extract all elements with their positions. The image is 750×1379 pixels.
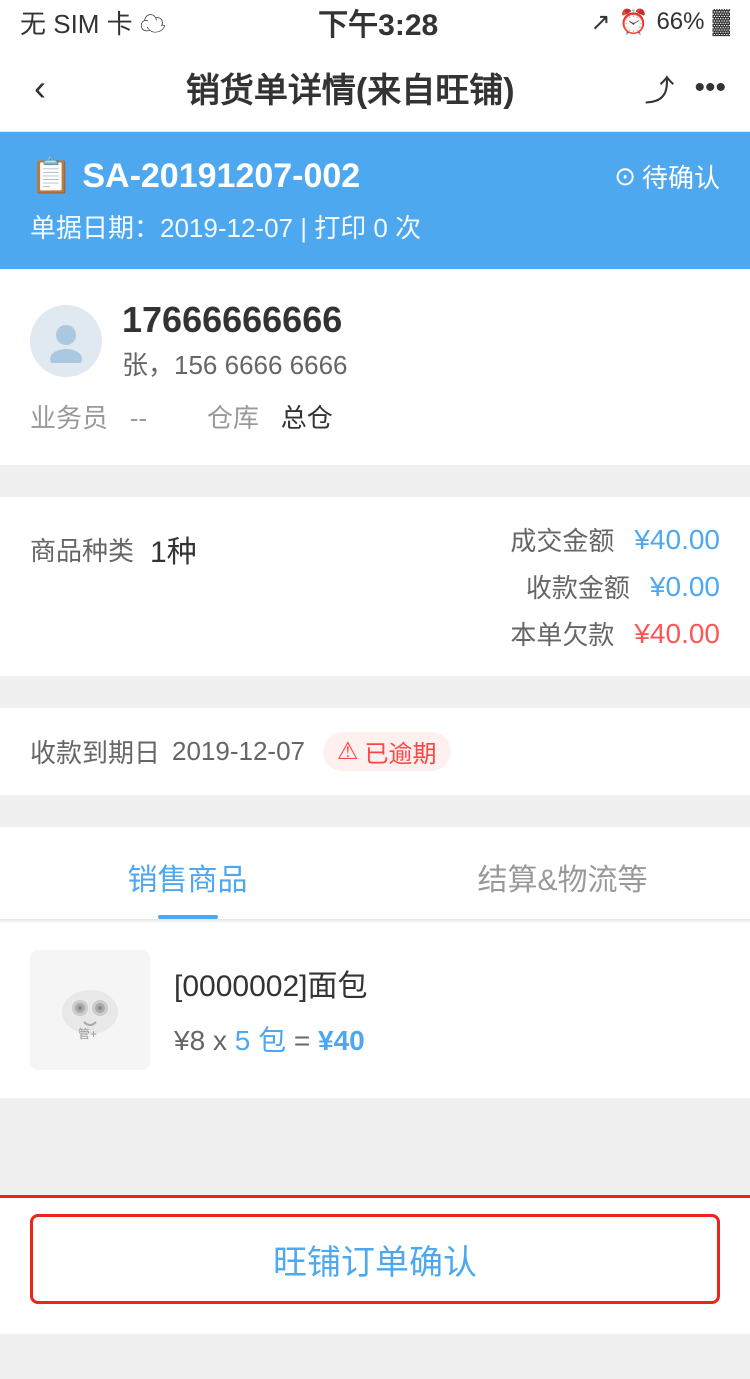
separator-2 <box>0 692 750 708</box>
nav-bar: ‹ 销货单详情(来自旺铺) ⤴ ••• <box>0 44 750 132</box>
overdue-badge: ⚠ 已逾期 <box>323 732 451 771</box>
customer-sub: 张，156 6666 6666 <box>122 345 348 382</box>
amount-card: 商品种类 1种 成交金额 ¥40.00 收款金额 ¥0.00 本单欠款 ¥40.… <box>0 497 750 676</box>
tab-settlement[interactable]: 结算&物流等 <box>375 827 750 919</box>
product-total: ¥40 <box>318 1025 365 1056</box>
status-left: 无 SIM 卡 ☁ <box>20 4 166 41</box>
customer-top: 17666666666 张，156 6666 6666 <box>30 299 720 382</box>
due-amount-label: 本单欠款 <box>510 615 614 652</box>
receipt-amount-label: 收款金额 <box>526 568 630 605</box>
confirm-button[interactable]: 旺铺订单确认 <box>30 1214 720 1304</box>
sim-status: 无 SIM 卡 ☁ <box>20 4 166 41</box>
battery-icon: ▓ <box>713 8 731 36</box>
order-header: 📋 SA-20191207-002 ⊙ 待确认 单据日期：2019-12-07 … <box>0 132 750 269</box>
due-date-card: 收款到期日 2019-12-07 ⚠ 已逾期 <box>0 708 750 795</box>
receipt-amount-row: 收款金额 ¥0.00 <box>526 568 720 605</box>
due-date-value: 2019-12-07 <box>172 736 305 767</box>
order-date: 单据日期：2019-12-07 | 打印 0 次 <box>30 208 720 245</box>
confirm-btn-wrapper: 旺铺订单确认 <box>0 1195 750 1334</box>
product-name: [0000002]面包 <box>174 961 720 1005</box>
alarm-icon: ⏰ <box>619 8 649 37</box>
separator-1 <box>0 481 750 497</box>
product-section: 管+ [0000002]面包 ¥8 x 5 包 = ¥40 <box>0 922 750 1099</box>
order-status: ⊙ 待确认 <box>614 158 720 195</box>
product-types-label: 商品种类 <box>30 531 134 568</box>
price-x: x <box>213 1025 235 1056</box>
warehouse-info: 仓库 总仓 <box>207 398 333 435</box>
order-icon: 📋 <box>30 156 72 196</box>
product-info: [0000002]面包 ¥8 x 5 包 = ¥40 <box>174 961 720 1059</box>
sales-rep-value: -- <box>130 403 147 433</box>
share-icon[interactable]: ⤴ <box>644 66 674 110</box>
avatar <box>30 305 102 377</box>
deal-amount-label: 成交金额 <box>510 521 614 558</box>
product-types-value: 1种 <box>150 527 197 571</box>
amount-right: 成交金额 ¥40.00 收款金额 ¥0.00 本单欠款 ¥40.00 <box>510 521 720 652</box>
amount-left: 商品种类 1种 <box>30 521 510 571</box>
overdue-text: 已逾期 <box>365 734 437 769</box>
navigation-icon: ↗ <box>590 8 610 37</box>
product-item: 管+ [0000002]面包 ¥8 x 5 包 = ¥40 <box>0 922 750 1099</box>
product-price: ¥8 x 5 包 = ¥40 <box>174 1019 720 1059</box>
page-title: 销货单详情(来自旺铺) <box>56 63 644 112</box>
status-bar: 无 SIM 卡 ☁ 下午3:28 ↗ ⏰ 66% ▓ <box>0 0 750 44</box>
status-time: 下午3:28 <box>318 0 438 44</box>
tabs: 销售商品 结算&物流等 <box>0 827 750 920</box>
customer-card: 17666666666 张，156 6666 6666 业务员 -- 仓库 总仓 <box>0 269 750 465</box>
sales-rep-label: 业务员 -- <box>30 398 147 435</box>
unit-price: ¥8 <box>174 1025 205 1056</box>
overdue-icon: ⚠ <box>337 737 359 766</box>
due-amount-row: 本单欠款 ¥40.00 <box>510 615 720 652</box>
tab-sales[interactable]: 销售商品 <box>0 827 375 919</box>
due-date-label: 收款到期日 <box>30 733 160 770</box>
separator-3 <box>0 811 750 827</box>
order-id: 📋 SA-20191207-002 <box>30 156 360 196</box>
product-qty: 5 <box>235 1025 251 1056</box>
back-button[interactable]: ‹ <box>24 57 56 119</box>
customer-name-block: 17666666666 张，156 6666 6666 <box>122 299 348 382</box>
price-eq: = <box>294 1025 318 1056</box>
battery-level: 66% <box>656 8 704 36</box>
customer-info-row: 业务员 -- 仓库 总仓 <box>30 398 720 435</box>
clock-icon: ⊙ <box>614 161 636 192</box>
more-icon[interactable]: ••• <box>694 71 726 105</box>
due-amount-value: ¥40.00 <box>634 618 720 650</box>
nav-actions: ⤴ ••• <box>644 66 726 110</box>
receipt-amount-value: ¥0.00 <box>650 571 720 603</box>
order-header-top: 📋 SA-20191207-002 ⊙ 待确认 <box>30 156 720 196</box>
warehouse-value: 总仓 <box>281 403 333 433</box>
svg-text:管+: 管+ <box>78 1026 97 1040</box>
product-unit: 包 <box>258 1025 286 1056</box>
deal-amount-row: 成交金额 ¥40.00 <box>510 521 720 558</box>
deal-amount-value: ¥40.00 <box>634 524 720 556</box>
product-thumbnail: 管+ <box>30 950 150 1070</box>
customer-phone: 17666666666 <box>122 299 348 341</box>
status-right: ↗ ⏰ 66% ▓ <box>590 8 730 37</box>
